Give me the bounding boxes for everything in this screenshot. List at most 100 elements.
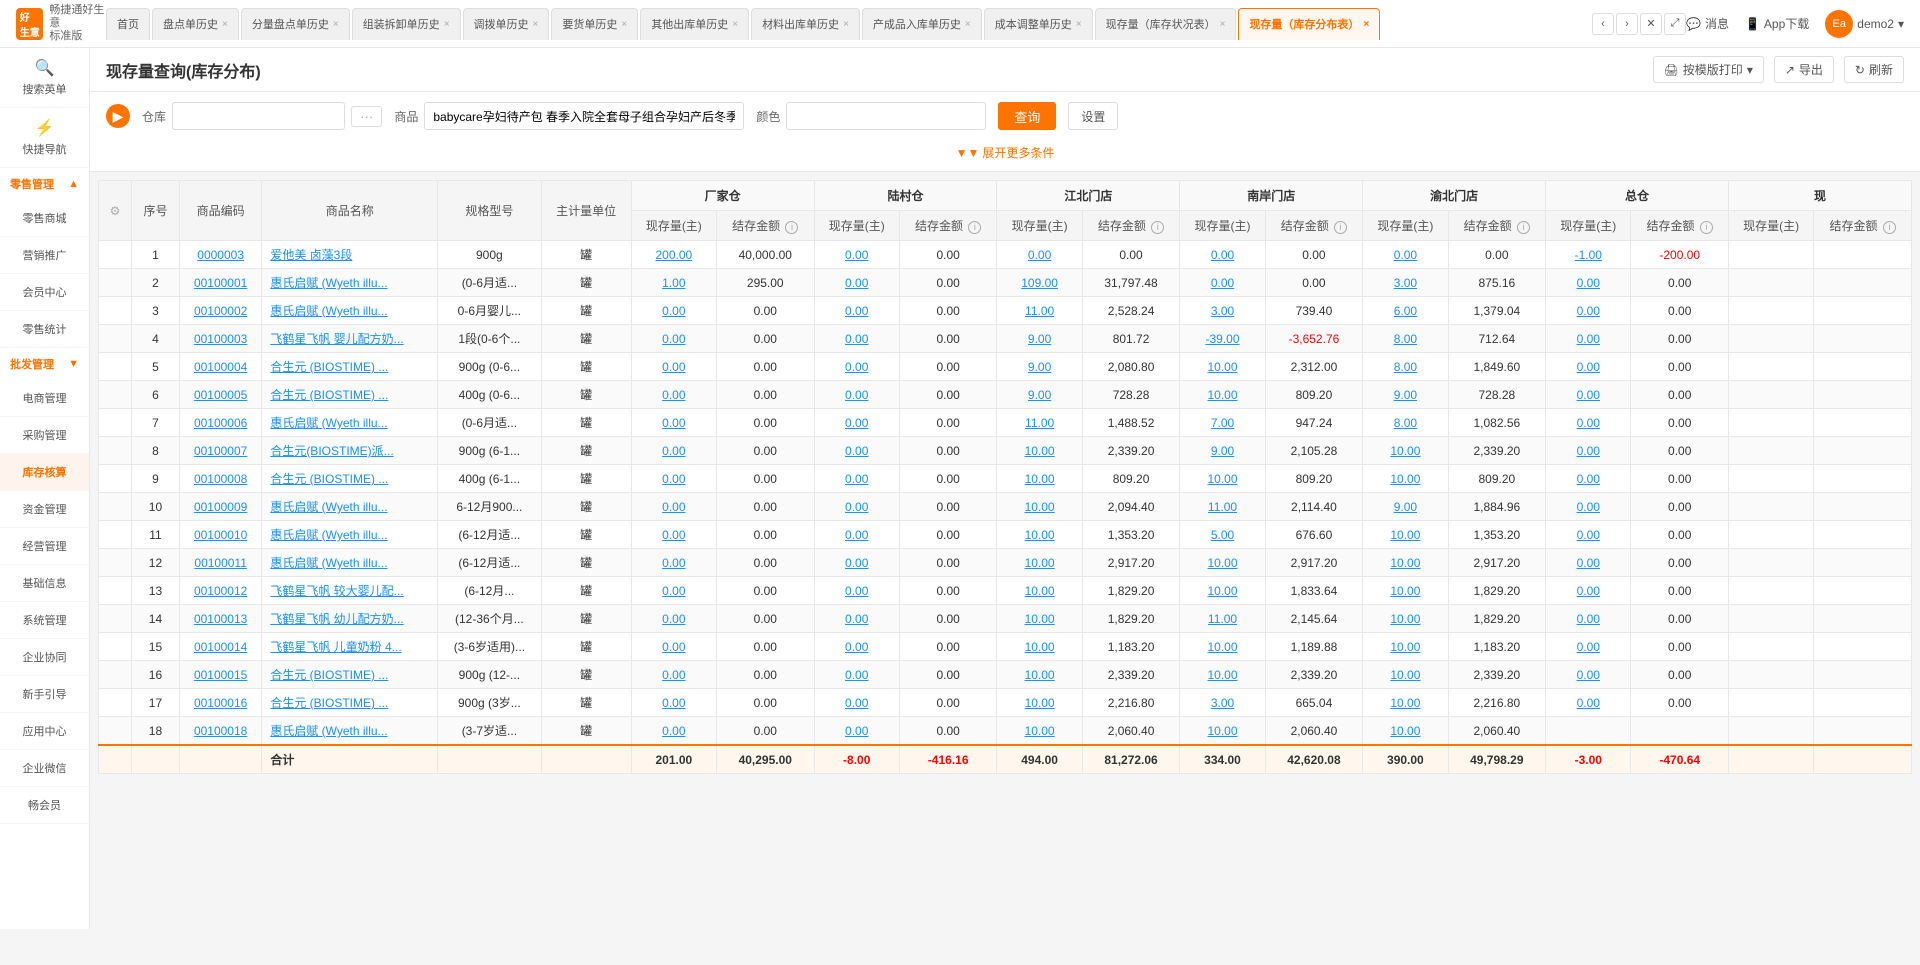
table-row[interactable]: 900100008合生元 (BIOSTIME) ...400g (6-1...罐…	[99, 465, 1912, 493]
warehouse-input[interactable]	[172, 102, 345, 130]
tab-close-2[interactable]: ×	[333, 19, 339, 30]
lu-amt-info-icon[interactable]: i	[968, 221, 981, 234]
tab-4[interactable]: 调拨单历史×	[463, 8, 550, 40]
inventory-table: ⚙ 序号 商品编码 商品名称 规格型号 主计量单位 厂家仓 陆村仓 江北门店 南…	[98, 180, 1912, 774]
tab-close-5[interactable]: ×	[621, 19, 627, 30]
warehouse-dots-btn[interactable]: ···	[351, 106, 382, 127]
table-row[interactable]: 400100003飞鹤星飞帆 婴儿配方奶...1段(0-6个...罐0.000.…	[99, 325, 1912, 353]
avatar: Ea	[1825, 10, 1853, 38]
lightning-icon: ⚡	[35, 118, 55, 138]
message-btn[interactable]: 💬 消息	[1686, 15, 1729, 32]
tab-10[interactable]: 现存量（库存状况表）×	[1095, 8, 1237, 40]
table-row[interactable]: 600100005合生元 (BIOSTIME) ...400g (0-6...罐…	[99, 381, 1912, 409]
tab-next-btn[interactable]: ›	[1616, 13, 1638, 35]
tab-prev-btn[interactable]: ‹	[1592, 13, 1614, 35]
sidebar-item-app-center[interactable]: 应用中心	[0, 713, 89, 750]
tab-close-9[interactable]: ×	[1076, 19, 1082, 30]
total-amt-info-icon[interactable]: i	[1700, 221, 1713, 234]
color-input[interactable]	[786, 102, 986, 130]
table-row[interactable]: 1400100013飞鹤星飞帆 幼儿配方奶...(12-36个月...罐0.00…	[99, 605, 1912, 633]
sidebar-item-basic-info[interactable]: 基础信息	[0, 565, 89, 602]
sidebar-item-inventory[interactable]: 库存核算	[0, 454, 89, 491]
tab-11[interactable]: 现存量（库存分布表）×	[1238, 8, 1380, 40]
goods-input[interactable]	[424, 102, 744, 130]
col-gear[interactable]: ⚙	[99, 181, 132, 241]
setting-btn[interactable]: 设置	[1068, 102, 1118, 130]
chevron-down-icon: ▼▼	[956, 146, 980, 160]
sidebar-item-retail-stats[interactable]: 零售统计	[0, 311, 89, 348]
tab-7[interactable]: 材料出库单历史×	[751, 8, 860, 40]
page-header: 现存量查询(库存分布) 🖨 按模版打印 ▾ ↗ 导出 ↻ 刷新	[90, 48, 1920, 92]
logo: 好生意 畅捷通好生意 标准版	[16, 4, 106, 44]
sidebar-item-wechat[interactable]: 企业微信	[0, 750, 89, 787]
sidebar-item-marketing[interactable]: 营销推广	[0, 237, 89, 274]
search-btn[interactable]: 查询	[998, 102, 1056, 130]
table-row[interactable]: 1100100010惠氏启赋 (Wyeth illu...(6-12月适...罐…	[99, 521, 1912, 549]
color-label: 颜色	[756, 108, 780, 125]
sidebar-item-retail-mall[interactable]: 零售商城	[0, 200, 89, 237]
tab-close-4[interactable]: ×	[533, 19, 539, 30]
sidebar-item-retail-mgmt[interactable]: 零售管理 ▲	[0, 168, 89, 200]
expand-more-btn[interactable]: ▼▼ 展开更多条件	[956, 144, 1055, 161]
yubei-amt-info-icon[interactable]: i	[1517, 221, 1530, 234]
table-row[interactable]: 200100001惠氏启赋 (Wyeth illu...(0-6月适...罐1.…	[99, 269, 1912, 297]
tab-8[interactable]: 产成品入库单历史×	[862, 8, 982, 40]
top-bar: 好生意 畅捷通好生意 标准版 首页 盘点单历史× 分量盘点单历史× 组装拆卸单历…	[0, 0, 1920, 48]
table-row[interactable]: 1600100015合生元 (BIOSTIME) ...900g (12-...…	[99, 661, 1912, 689]
table-row[interactable]: 1300100012飞鹤星飞帆 较大婴儿配...(6-12月...罐0.000.…	[99, 577, 1912, 605]
jiangbei-amt-info-icon[interactable]: i	[1151, 221, 1164, 234]
search-toggle-btn[interactable]: ▶	[106, 104, 130, 128]
tab-close-1[interactable]: ×	[222, 19, 228, 30]
tab-5[interactable]: 要货单历史×	[551, 8, 638, 40]
table-row[interactable]: 1200100011惠氏启赋 (Wyeth illu...(6-12月适...罐…	[99, 549, 1912, 577]
tab-home[interactable]: 首页	[106, 8, 150, 40]
table-row[interactable]: 1700100016合生元 (BIOSTIME) ...900g (3岁...罐…	[99, 689, 1912, 717]
sidebar-item-system[interactable]: 系统管理	[0, 602, 89, 639]
tab-close-all-btn[interactable]: ✕	[1640, 13, 1662, 35]
sidebar-item-ecommerce[interactable]: 电商管理	[0, 380, 89, 417]
sidebar-item-enterprise[interactable]: 企业协同	[0, 639, 89, 676]
table-row[interactable]: 1500100014飞鹤星飞帆 儿童奶粉 4...(3-6岁适用)...罐0.0…	[99, 633, 1912, 661]
col-nanan-amt: 结存金额 i	[1265, 211, 1363, 241]
warehouse-label: 仓库	[142, 108, 166, 125]
table-row[interactable]: 500100004合生元 (BIOSTIME) ...900g (0-6...罐…	[99, 353, 1912, 381]
sidebar-item-operations[interactable]: 经营管理	[0, 528, 89, 565]
tab-close-10[interactable]: ×	[1220, 19, 1226, 30]
sidebar-item-quicknav[interactable]: ⚡ 快捷导航	[0, 108, 89, 168]
table-row[interactable]: 300100002惠氏启赋 (Wyeth illu...0-6月婴儿...罐0.…	[99, 297, 1912, 325]
sidebar-item-wholesale[interactable]: 批发管理 ▼	[0, 348, 89, 380]
table-area[interactable]: ⚙ 序号 商品编码 商品名称 规格型号 主计量单位 厂家仓 陆村仓 江北门店 南…	[90, 172, 1920, 929]
table-row[interactable]: 10000003爱他美 卤藻3段900g罐200.0040,000.000.00…	[99, 241, 1912, 269]
tab-close-11[interactable]: ×	[1363, 19, 1369, 30]
col-factory-qty: 现存量(主)	[631, 211, 716, 241]
tab-1[interactable]: 盘点单历史×	[152, 8, 239, 40]
tab-2[interactable]: 分量盘点单历史×	[241, 8, 350, 40]
tab-9[interactable]: 成本调整单历史×	[984, 8, 1093, 40]
sidebar-item-guide[interactable]: 新手引导	[0, 676, 89, 713]
user-menu[interactable]: Ea demo2 ▾	[1825, 10, 1904, 38]
tab-3[interactable]: 组装拆卸单历史×	[352, 8, 461, 40]
page-title: 现存量查询(库存分布)	[106, 58, 261, 90]
factory-amt-info-icon[interactable]: i	[785, 221, 798, 234]
extra-amt-info-icon[interactable]: i	[1883, 221, 1896, 234]
export-btn[interactable]: ↗ 导出	[1774, 56, 1834, 83]
tab-close-3[interactable]: ×	[444, 19, 450, 30]
tab-close-8[interactable]: ×	[965, 19, 971, 30]
tab-close-6[interactable]: ×	[732, 19, 738, 30]
sidebar-item-search[interactable]: 🔍 搜索英单	[0, 48, 89, 108]
table-row[interactable]: 800100007合生元(BIOSTIME)派...900g (6-1...罐0…	[99, 437, 1912, 465]
refresh-btn[interactable]: ↻ 刷新	[1844, 56, 1904, 83]
tab-expand-btn[interactable]: ⤢	[1664, 13, 1686, 35]
table-row[interactable]: 1800100018惠氏启赋 (Wyeth illu...(3-7岁适...罐0…	[99, 717, 1912, 746]
sidebar-item-finance[interactable]: 资金管理	[0, 491, 89, 528]
table-row[interactable]: 700100006惠氏启赋 (Wyeth illu...(0-6月适...罐0.…	[99, 409, 1912, 437]
sidebar-item-member-plus[interactable]: 畅会员	[0, 787, 89, 824]
table-row[interactable]: 1000100009惠氏启赋 (Wyeth illu...6-12月900...…	[99, 493, 1912, 521]
sidebar-item-member[interactable]: 会员中心	[0, 274, 89, 311]
sidebar-item-purchase[interactable]: 采购管理	[0, 417, 89, 454]
tab-6[interactable]: 其他出库单历史×	[640, 8, 749, 40]
app-download-btn[interactable]: 📱 App下载	[1745, 15, 1809, 32]
tab-close-7[interactable]: ×	[843, 19, 849, 30]
nanan-amt-info-icon[interactable]: i	[1334, 221, 1347, 234]
print-btn[interactable]: 🖨 按模版打印 ▾	[1653, 56, 1764, 83]
